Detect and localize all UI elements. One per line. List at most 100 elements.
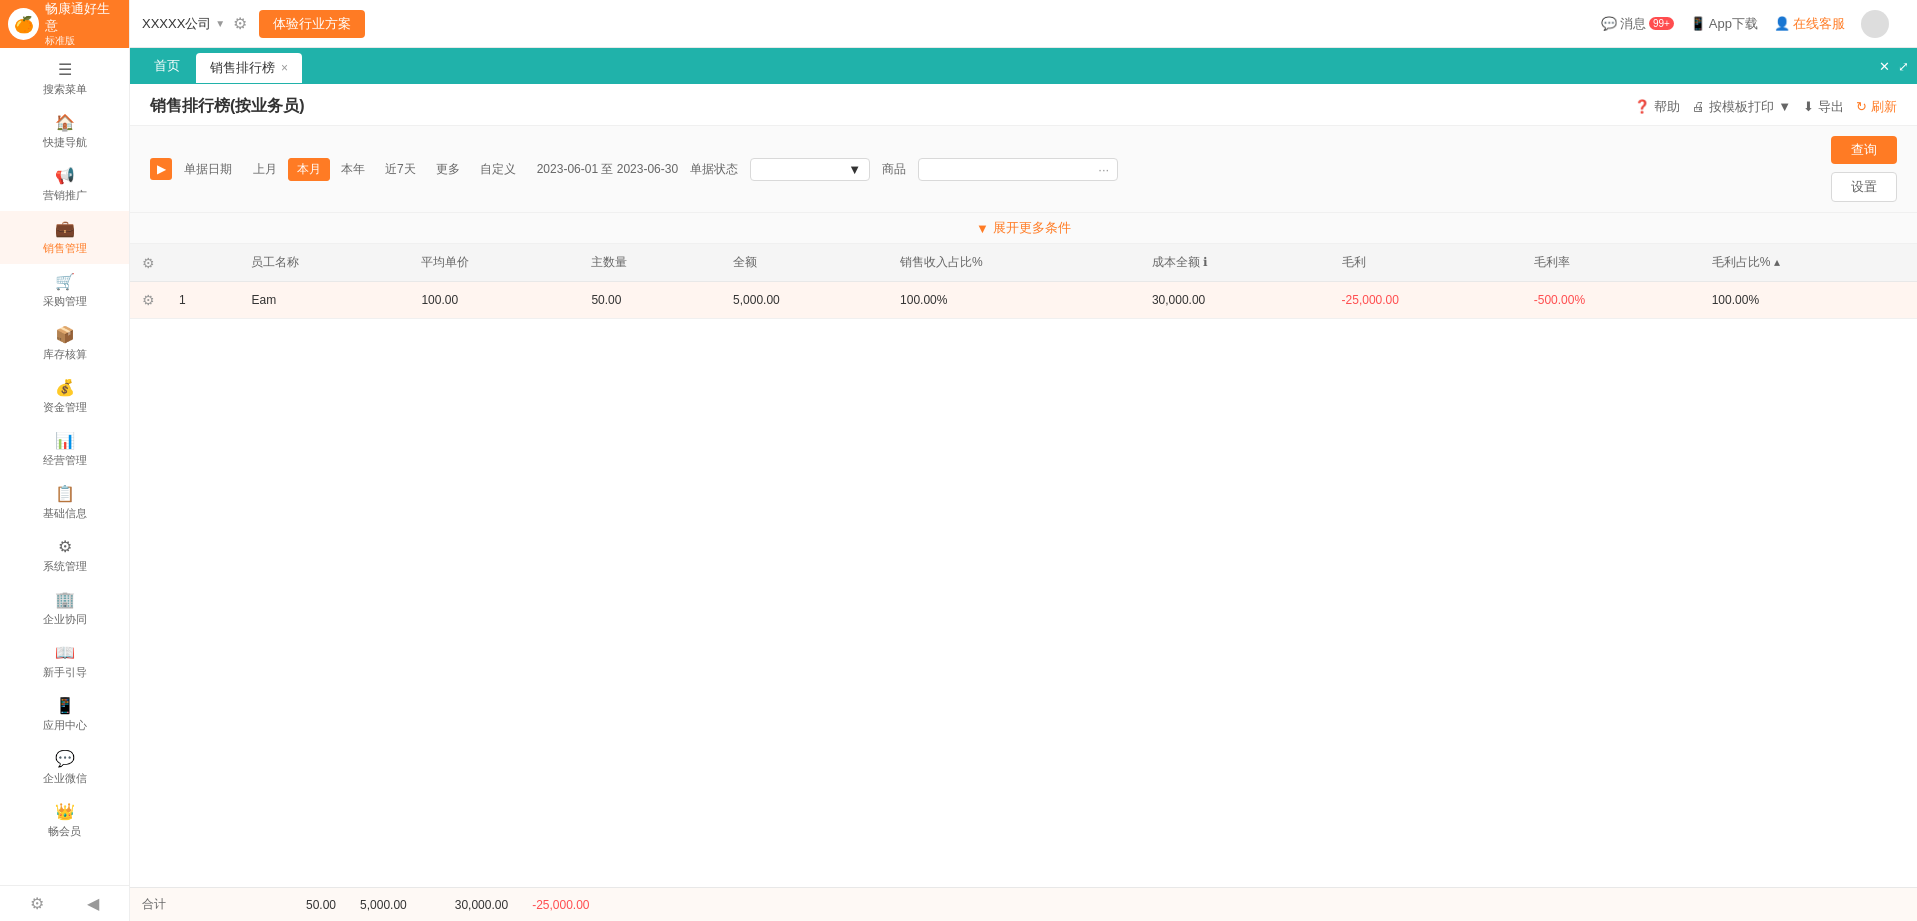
finance-icon: 💰 <box>55 378 75 397</box>
marketing-icon: 📢 <box>55 166 75 185</box>
date-btn-自定义[interactable]: 自定义 <box>471 158 525 181</box>
basic-info-icon: 📋 <box>55 484 75 503</box>
tab-home[interactable]: 首页 <box>138 48 196 84</box>
refresh-btn[interactable]: ↻ 刷新 <box>1856 98 1897 116</box>
sidebar-item-quick-nav[interactable]: 🏠 快捷导航 <box>0 105 129 158</box>
finance-label: 资金管理 <box>43 400 87 415</box>
tabbar-maximize-icon[interactable]: ⤢ <box>1898 59 1909 74</box>
col-employee: 员工名称 <box>239 244 409 282</box>
col-settings-icon[interactable]: ⚙ <box>142 255 155 271</box>
header-row: ⚙ 员工名称 平均单价 主数量 全额 销售收入占比% 成本全额 ℹ 毛利 毛利率… <box>130 244 1917 282</box>
service-label: 在线客服 <box>1793 15 1845 33</box>
col-avg-price: 平均单价 <box>409 244 579 282</box>
avatar[interactable] <box>1861 10 1889 38</box>
cell-avg-price: 100.00 <box>409 282 579 319</box>
page-header: 销售排行榜(按业务员) ❓ 帮助 🖨 按模板打印 ▼ ⬇ 导出 <box>130 84 1917 126</box>
sidebar-item-member[interactable]: 👑 畅会员 <box>0 794 129 847</box>
page-title: 销售排行榜(按业务员) <box>150 96 305 117</box>
sidebar-item-system[interactable]: ⚙ 系统管理 <box>0 529 129 582</box>
col-amount: 全额 <box>721 244 888 282</box>
sidebar-item-search-order[interactable]: ☰ 搜索菜单 <box>0 52 129 105</box>
help-btn[interactable]: ❓ 帮助 <box>1634 98 1680 116</box>
row-settings-icon[interactable]: ⚙ <box>142 292 155 308</box>
sidebar-settings-icon[interactable]: ⚙ <box>30 894 44 913</box>
sidebar-item-finance[interactable]: 💰 资金管理 <box>0 370 129 423</box>
operations-label: 经营管理 <box>43 453 87 468</box>
sidebar-item-enterprise[interactable]: 🏢 企业协同 <box>0 582 129 635</box>
app-icon: 📱 <box>1690 16 1706 31</box>
guide-label: 新手引导 <box>43 665 87 680</box>
cell-rank: 1 <box>167 282 239 319</box>
topbar-right: 💬 消息 99+ 📱 App下载 👤 在线客服 <box>1601 10 1905 38</box>
sidebar: 🍊 畅康通好生意 标准版 ☰ 搜索菜单 🏠 快捷导航 📢 营销推广 💼 销售管理… <box>0 0 130 921</box>
refresh-label: 刷新 <box>1871 98 1897 116</box>
goods-input[interactable]: ··· <box>918 158 1118 181</box>
filter-settings-btn[interactable]: 设置 <box>1831 172 1897 202</box>
apps-icon: 📱 <box>55 696 75 715</box>
topbar-settings-icon[interactable]: ⚙ <box>233 14 247 33</box>
sidebar-item-marketing[interactable]: 📢 营销推广 <box>0 158 129 211</box>
date-btn-本年[interactable]: 本年 <box>332 158 374 181</box>
status-label: 单据状态 <box>690 161 738 178</box>
sidebar-item-purchase[interactable]: 🛒 采购管理 <box>0 264 129 317</box>
date-btn-本月[interactable]: 本月 <box>288 158 330 181</box>
quick-nav-label: 快捷导航 <box>43 135 87 150</box>
cell-qty: 50.00 <box>579 282 721 319</box>
cell-sales-ratio: 100.00% <box>888 282 1140 319</box>
cell-employee: Eam <box>239 282 409 319</box>
table-header: ⚙ 员工名称 平均单价 主数量 全额 销售收入占比% 成本全额 ℹ 毛利 毛利率… <box>130 244 1917 282</box>
filter-arrow-btn[interactable]: ▶ <box>150 158 172 180</box>
inventory-label: 库存核算 <box>43 347 87 362</box>
print-btn[interactable]: 🖨 按模板打印 ▼ <box>1692 98 1791 116</box>
date-btn-更多[interactable]: 更多 <box>427 158 469 181</box>
sidebar-collapse-icon[interactable]: ◀ <box>87 894 99 913</box>
service-btn[interactable]: 👤 在线客服 <box>1774 15 1845 33</box>
refresh-icon: ↻ <box>1856 99 1867 114</box>
data-table: ⚙ 员工名称 平均单价 主数量 全额 销售收入占比% 成本全额 ℹ 毛利 毛利率… <box>130 244 1917 319</box>
trial-btn[interactable]: 体验行业方案 <box>259 10 365 38</box>
message-btn[interactable]: 💬 消息 99+ <box>1601 15 1674 33</box>
sidebar-item-guide[interactable]: 📖 新手引导 <box>0 635 129 688</box>
cell-gross: -25,000.00 <box>1330 282 1522 319</box>
filter-bar: ▶ 单据日期 上月本月本年近7天更多自定义 2023-06-01 至 2023-… <box>130 126 1917 213</box>
tab-close-icon[interactable]: × <box>281 61 288 75</box>
cell-settings: ⚙ <box>130 282 167 319</box>
sidebar-item-apps[interactable]: 📱 应用中心 <box>0 688 129 741</box>
sales-icon: 💼 <box>55 219 75 238</box>
purchase-label: 采购管理 <box>43 294 87 309</box>
footer-col-gross: -25,000.00 <box>520 898 601 912</box>
sidebar-item-wechat[interactable]: 💬 企业微信 <box>0 741 129 794</box>
sidebar-footer: ⚙ ◀ <box>0 885 129 921</box>
export-icon: ⬇ <box>1803 99 1814 114</box>
status-select[interactable]: ▼ <box>750 158 870 181</box>
date-btn-近7天[interactable]: 近7天 <box>376 158 425 181</box>
sidebar-item-inventory[interactable]: 📦 库存核算 <box>0 317 129 370</box>
company-selector[interactable]: XXXXX公司 ▼ <box>142 15 225 33</box>
cell-gross-rate: -500.00% <box>1522 282 1700 319</box>
col-cost: 成本全额 ℹ <box>1140 244 1330 282</box>
tab-sales-ranking[interactable]: 销售排行榜 × <box>196 53 302 83</box>
sidebar-logo: 🍊 畅康通好生意 标准版 <box>0 0 129 48</box>
guide-icon: 📖 <box>55 643 75 662</box>
export-btn[interactable]: ⬇ 导出 <box>1803 98 1844 116</box>
tabbar-actions: ✕ ⤢ <box>1879 59 1909 74</box>
sidebar-item-operations[interactable]: 📊 经营管理 <box>0 423 129 476</box>
footer-label: 合计 <box>142 896 222 913</box>
sidebar-item-basic-info[interactable]: 📋 基础信息 <box>0 476 129 529</box>
col-gross-rate: 毛利率 <box>1522 244 1700 282</box>
logo-text: 畅康通好生意 标准版 <box>45 1 121 48</box>
expand-more-btn[interactable]: ▼ 展开更多条件 <box>976 219 1071 237</box>
tabbar: 首页 销售排行榜 × ✕ ⤢ <box>130 48 1917 84</box>
tabbar-close-icon[interactable]: ✕ <box>1879 59 1890 74</box>
member-label: 畅会员 <box>48 824 81 839</box>
sidebar-item-sales[interactable]: 💼 销售管理 <box>0 211 129 264</box>
message-badge: 99+ <box>1649 17 1674 30</box>
date-btn-上月[interactable]: 上月 <box>244 158 286 181</box>
filter-row-1: ▶ 单据日期 上月本月本年近7天更多自定义 2023-06-01 至 2023-… <box>150 136 1897 202</box>
query-btn[interactable]: 查询 <box>1831 136 1897 164</box>
col-rank <box>167 244 239 282</box>
print-dropdown-icon: ▼ <box>1778 99 1791 114</box>
export-label: 导出 <box>1818 98 1844 116</box>
app-download-btn[interactable]: 📱 App下载 <box>1690 15 1758 33</box>
enterprise-label: 企业协同 <box>43 612 87 627</box>
